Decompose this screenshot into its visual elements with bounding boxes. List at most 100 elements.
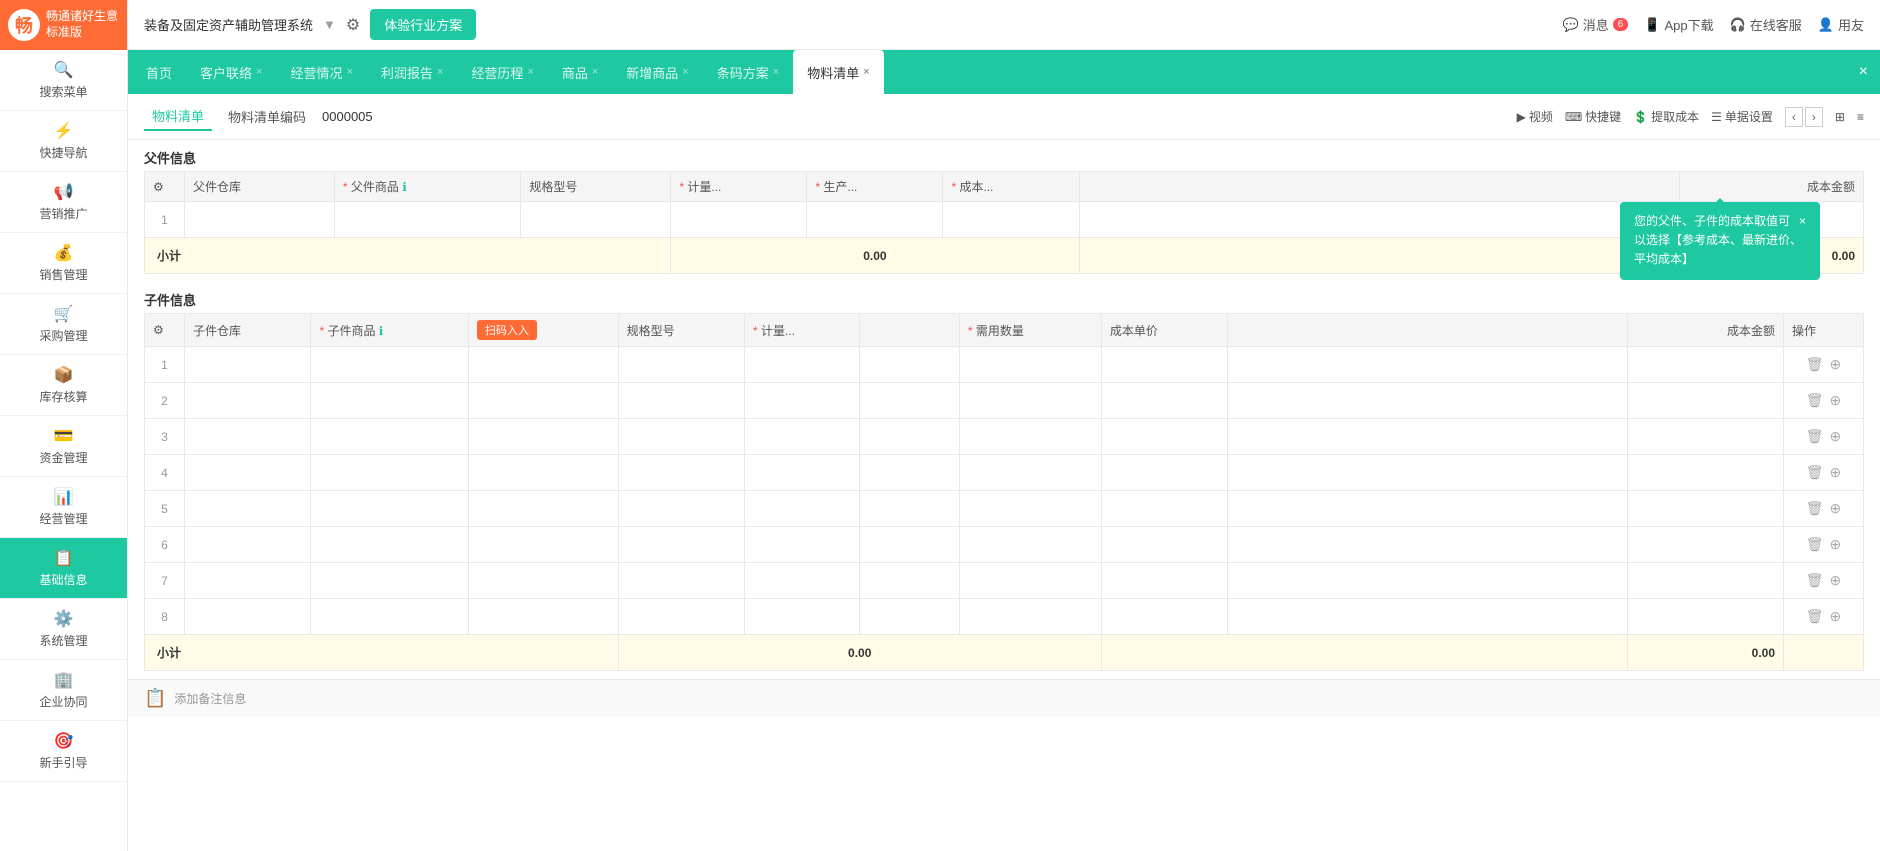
copy-icon[interactable]: ⊕ — [1830, 356, 1842, 373]
child-spec-5[interactable] — [618, 491, 744, 527]
child-qty-5[interactable] — [959, 491, 1101, 527]
tab-customer[interactable]: 客户联络 × — [186, 50, 276, 94]
child-qty-2[interactable] — [959, 383, 1101, 419]
tab-new-goods[interactable]: 新增商品 × — [612, 50, 702, 94]
tab-profit[interactable]: 利润报告 × — [367, 50, 457, 94]
delete-icon[interactable]: 🗑 — [1806, 536, 1824, 553]
child-spec-7[interactable] — [618, 563, 744, 599]
child-goods-3[interactable] — [311, 419, 468, 455]
sidebar-item-purchase[interactable]: 🛒 采购管理 — [0, 294, 127, 355]
delete-icon[interactable]: 🗑 — [1806, 356, 1824, 373]
video-action[interactable]: ▶ 视频 — [1517, 108, 1553, 125]
close-all-tabs[interactable]: × — [1851, 63, 1876, 81]
child-unit-6[interactable] — [745, 527, 860, 563]
child-goods-1[interactable] — [311, 347, 468, 383]
sidebar-item-system[interactable]: ⚙️ 系统管理 — [0, 599, 127, 660]
prev-arrow[interactable]: ‹ — [1785, 107, 1803, 127]
child-spec-6[interactable] — [618, 527, 744, 563]
doc-settings-action[interactable]: ☰ 单据设置 — [1711, 108, 1773, 125]
child-price-4[interactable] — [1101, 455, 1227, 491]
tab-barcode-close[interactable]: × — [773, 66, 779, 78]
child-warehouse-5[interactable] — [185, 491, 311, 527]
tab-operations[interactable]: 经营情况 × — [276, 50, 366, 94]
child-goods-6[interactable] — [311, 527, 468, 563]
parent-col-gear[interactable]: ⚙ — [145, 172, 185, 202]
child-unit-8[interactable] — [745, 599, 860, 635]
child-price-7[interactable] — [1101, 563, 1227, 599]
child-unit-3[interactable] — [745, 419, 860, 455]
sub-tab-bom-code[interactable]: 物料清单编码 — [220, 103, 314, 130]
tab-goods-close[interactable]: × — [592, 66, 598, 78]
tab-home[interactable]: 首页 — [132, 50, 186, 94]
child-qty-4[interactable] — [959, 455, 1101, 491]
child-warehouse-7[interactable] — [185, 563, 311, 599]
tab-history[interactable]: 经营历程 × — [457, 50, 547, 94]
copy-icon[interactable]: ⊕ — [1830, 608, 1842, 625]
sidebar-item-basicinfo[interactable]: 📋 基础信息 — [0, 538, 127, 599]
sidebar-item-operations[interactable]: 📊 经营管理 — [0, 477, 127, 538]
tab-bom-close[interactable]: × — [863, 66, 869, 78]
child-qty-3[interactable] — [959, 419, 1101, 455]
child-price-3[interactable] — [1101, 419, 1227, 455]
child-warehouse-1[interactable] — [185, 347, 311, 383]
next-arrow[interactable]: › — [1805, 107, 1823, 127]
app-download-item[interactable]: 📱 App下载 — [1644, 15, 1713, 34]
child-price-1[interactable] — [1101, 347, 1227, 383]
trial-button[interactable]: 体验行业方案 — [370, 9, 476, 40]
sidebar-item-quicknav[interactable]: ⚡ 快捷导航 — [0, 111, 127, 172]
child-spec-3[interactable] — [618, 419, 744, 455]
copy-icon[interactable]: ⊕ — [1830, 500, 1842, 517]
child-unit-7[interactable] — [745, 563, 860, 599]
child-price-6[interactable] — [1101, 527, 1227, 563]
tab-operations-close[interactable]: × — [346, 66, 352, 78]
parent-goods-cell[interactable] — [334, 202, 521, 238]
child-goods-8[interactable] — [311, 599, 468, 635]
child-warehouse-4[interactable] — [185, 455, 311, 491]
child-qty-8[interactable] — [959, 599, 1101, 635]
parent-unit-cell[interactable] — [671, 202, 807, 238]
extract-cost-action[interactable]: 💲 提取成本 — [1633, 108, 1699, 125]
tab-goods[interactable]: 商品 × — [548, 50, 612, 94]
child-spec-2[interactable] — [618, 383, 744, 419]
sidebar-item-search[interactable]: 🔍 搜索菜单 — [0, 50, 127, 111]
parent-cost-cell[interactable] — [943, 202, 1079, 238]
delete-icon[interactable]: 🗑 — [1806, 392, 1824, 409]
user-item[interactable]: 👤 用友 — [1818, 15, 1864, 34]
child-warehouse-8[interactable] — [185, 599, 311, 635]
child-warehouse-2[interactable] — [185, 383, 311, 419]
sidebar-item-inventory[interactable]: 📦 库存核算 — [0, 355, 127, 416]
tooltip-close[interactable]: × — [1799, 212, 1806, 231]
sidebar-item-finance[interactable]: 💳 资金管理 — [0, 416, 127, 477]
delete-icon[interactable]: 🗑 — [1806, 608, 1824, 625]
child-warehouse-6[interactable] — [185, 527, 311, 563]
child-price-8[interactable] — [1101, 599, 1227, 635]
topbar-dropdown-icon[interactable]: ▼ — [323, 17, 336, 32]
child-qty-7[interactable] — [959, 563, 1101, 599]
sidebar-item-enterprise[interactable]: 🏢 企业协同 — [0, 660, 127, 721]
parent-produce-cell[interactable] — [807, 202, 943, 238]
online-service-item[interactable]: 🎧 在线客服 — [1730, 15, 1802, 34]
child-unit-2[interactable] — [745, 383, 860, 419]
child-goods-4[interactable] — [311, 455, 468, 491]
child-price-5[interactable] — [1101, 491, 1227, 527]
scan-button[interactable]: 扫码入入 — [477, 320, 537, 340]
child-goods-5[interactable] — [311, 491, 468, 527]
message-item[interactable]: 💬 消息 6 — [1563, 15, 1629, 34]
list-view-icon[interactable]: ≡ — [1857, 110, 1864, 124]
child-qty-1[interactable] — [959, 347, 1101, 383]
child-spec-4[interactable] — [618, 455, 744, 491]
copy-icon[interactable]: ⊕ — [1830, 428, 1842, 445]
sidebar-item-sales[interactable]: 💰 销售管理 — [0, 233, 127, 294]
copy-icon[interactable]: ⊕ — [1830, 392, 1842, 409]
copy-icon[interactable]: ⊕ — [1830, 464, 1842, 481]
tab-bom[interactable]: 物料清单 × — [793, 50, 883, 94]
gear-icon[interactable]: ⚙ — [346, 15, 360, 35]
shortcut-action[interactable]: ⌨ 快捷键 — [1565, 108, 1621, 125]
child-unit-1[interactable] — [745, 347, 860, 383]
child-unit-4[interactable] — [745, 455, 860, 491]
copy-icon[interactable]: ⊕ — [1830, 572, 1842, 589]
sub-tab-bom[interactable]: 物料清单 — [144, 102, 212, 131]
delete-icon[interactable]: 🗑 — [1806, 500, 1824, 517]
parent-warehouse-cell[interactable] — [185, 202, 335, 238]
sidebar-item-marketing[interactable]: 📢 营销推广 — [0, 172, 127, 233]
